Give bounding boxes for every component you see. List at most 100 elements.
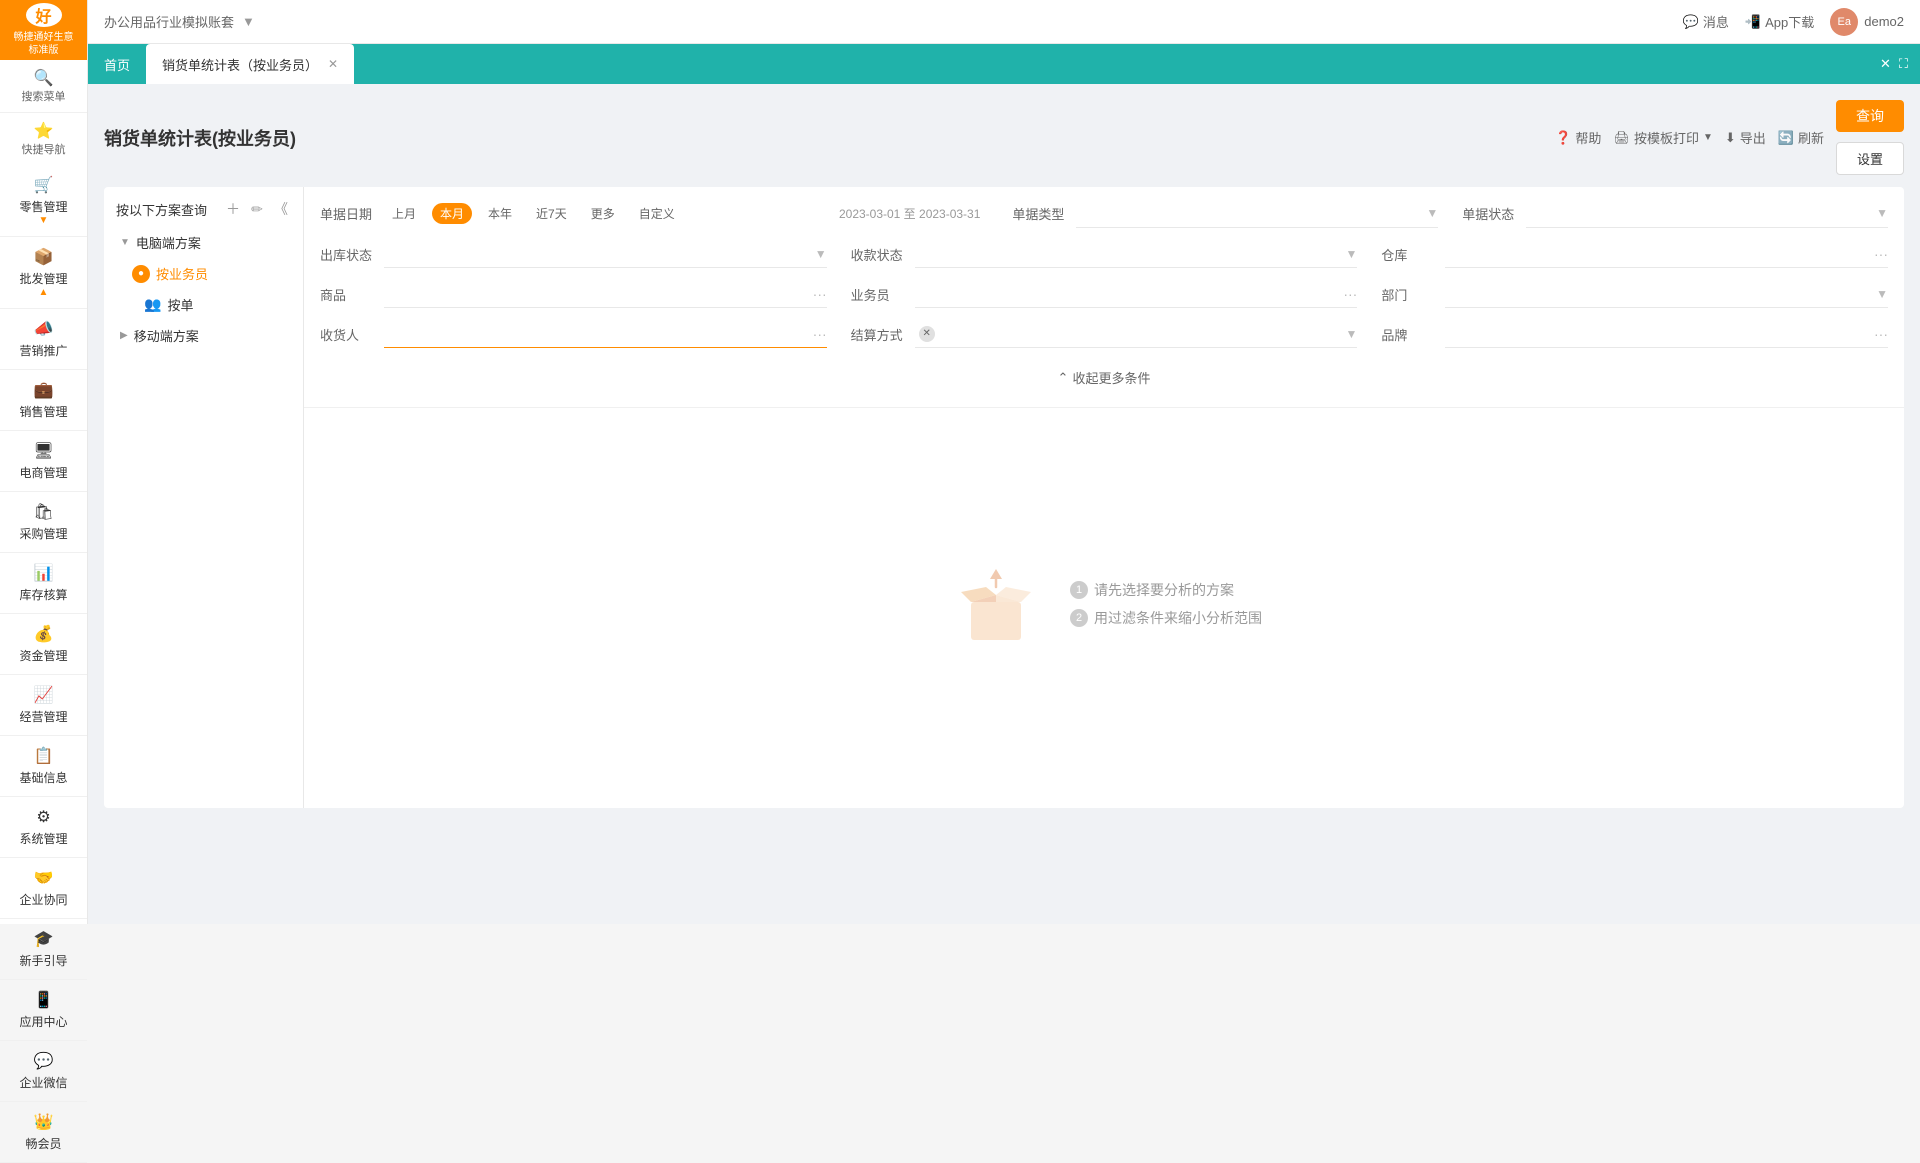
top-app-name: 办公用品行业模拟账套 xyxy=(104,12,234,31)
payment-arrow: ▼ xyxy=(1345,327,1357,341)
wholesale-icon: 📦 xyxy=(34,247,54,267)
message-btn[interactable]: 💬 消息 xyxy=(1683,12,1729,31)
brand-control[interactable]: ··· xyxy=(1445,320,1888,348)
shortcut-icon: ⭐ xyxy=(34,121,54,141)
help-icon: ❓ xyxy=(1555,130,1571,146)
date-tab-more[interactable]: 更多 xyxy=(583,203,623,224)
salesman-label: 业务员 xyxy=(851,285,907,304)
date-tab-last-month[interactable]: 上月 xyxy=(384,203,424,224)
tree-item-by-salesman[interactable]: ● 按业务员 xyxy=(104,258,303,289)
dept-control[interactable]: ▼ xyxy=(1445,280,1888,308)
filter-item-consignee: 收货人 ··· xyxy=(320,320,827,348)
sidebar-search[interactable]: 🔍 搜索菜单 xyxy=(0,60,87,113)
refresh-btn[interactable]: 🔄 刷新 xyxy=(1778,128,1824,147)
salesman-control[interactable]: ··· xyxy=(915,280,1358,308)
sidebar-shortcut[interactable]: ⭐ 快捷导航 xyxy=(0,113,87,165)
sidebar-item-base[interactable]: 📋 基础信息 xyxy=(0,736,87,797)
top-bar-left: 办公用品行业模拟账套 ▼ xyxy=(104,12,255,31)
sidebar-item-retail[interactable]: 🛒 零售管理 ▼ xyxy=(0,165,87,237)
vip-icon: 👑 xyxy=(34,1112,54,1132)
receipt-status-label: 收款状态 xyxy=(851,245,907,264)
payment-tag-close[interactable]: ✕ xyxy=(919,326,935,342)
warehouse-control[interactable]: ··· xyxy=(1445,240,1888,268)
settings-button[interactable]: 设置 xyxy=(1836,142,1904,175)
filter-row-4: 收货人 ··· 结算方式 xyxy=(320,320,1888,348)
date-tab-this-year[interactable]: 本年 xyxy=(480,203,520,224)
user-menu[interactable]: Ea demo2 xyxy=(1830,8,1904,36)
add-scheme-btn[interactable]: ＋ xyxy=(223,199,243,219)
collapse-row: ⌃ 收起更多条件 xyxy=(320,360,1888,395)
empty-hint-1: 1 请先选择要分析的方案 xyxy=(1070,580,1262,600)
filter-item-salesman: 业务员 ··· xyxy=(851,280,1358,308)
tab-close-icon[interactable]: ✕ xyxy=(328,57,338,71)
brand-dots: ··· xyxy=(1874,326,1888,342)
sidebar-item-wechat[interactable]: 💬 企业微信 xyxy=(0,1041,87,1102)
sidebar-item-marketing[interactable]: 📣 营销推广 xyxy=(0,309,87,370)
sidebar-item-ecommerce[interactable]: 🖥 电商管理 xyxy=(0,431,87,492)
page-title: 销货单统计表(按业务员) xyxy=(104,125,296,151)
tree-item-by-order[interactable]: 👥 按单 xyxy=(104,289,303,320)
receipt-status-control[interactable]: ▼ xyxy=(915,240,1358,268)
newbie-icon: 🎓 xyxy=(34,929,54,949)
sidebar-item-appcenter[interactable]: 📱 应用中心 xyxy=(0,980,87,1041)
sidebar-item-vip[interactable]: 👑 畅会员 xyxy=(0,1102,87,1163)
query-button[interactable]: 查询 xyxy=(1836,100,1904,132)
filter-row-1: 单据日期 上月 本月 本年 近7天 更多 自定义 xyxy=(320,199,1888,228)
tab-sales-stat[interactable]: 销货单统计表（按业务员） ✕ xyxy=(146,44,354,84)
date-control: 上月 本月 本年 近7天 更多 自定义 xyxy=(384,199,831,228)
collapse-panel-btn[interactable]: 《 xyxy=(271,199,291,219)
wholesale-expand-icon: ▲ xyxy=(39,287,49,298)
page-actions: ❓ 帮助 🖨 按模板打印 ▼ ⬇ 导出 🔄 刷新 xyxy=(1555,100,1904,175)
sidebar-item-wholesale[interactable]: 📦 批发管理 ▲ xyxy=(0,237,87,309)
sidebar-item-finance[interactable]: 💰 资金管理 xyxy=(0,614,87,675)
sidebar-item-inventory[interactable]: 📊 库存核算 xyxy=(0,553,87,614)
top-dropdown-icon[interactable]: ▼ xyxy=(242,14,255,29)
date-tab-7days[interactable]: 近7天 xyxy=(528,203,575,224)
left-panel-header: 按以下方案查询 ＋ ✏ 《 xyxy=(104,199,303,227)
filter-item-doc-status: 单据状态 ▼ xyxy=(1462,200,1888,228)
brand-label: 品牌 xyxy=(1381,325,1437,344)
left-panel-actions: ＋ ✏ 《 xyxy=(223,199,291,219)
page: 销货单统计表(按业务员) ❓ 帮助 🖨 按模板打印 ▼ ⬇ 导出 xyxy=(88,84,1920,824)
template-print-btn[interactable]: 🖨 按模板打印 ▼ xyxy=(1613,128,1712,147)
sidebar-item-enterprise[interactable]: 🤝 企业协同 xyxy=(0,858,87,919)
sidebar-item-operations[interactable]: 📈 经营管理 xyxy=(0,675,87,736)
empty-text: 1 请先选择要分析的方案 2 用过滤条件来缩小分析范围 xyxy=(1070,580,1262,636)
sidebar-item-purchase[interactable]: 🛍 采购管理 xyxy=(0,492,87,553)
receipt-status-arrow: ▼ xyxy=(1345,247,1357,261)
sidebar-item-sales[interactable]: 💼 销售管理 xyxy=(0,370,87,431)
doc-type-control[interactable]: ▼ xyxy=(1076,200,1438,228)
ecommerce-icon: 🖥 xyxy=(33,441,53,461)
sidebar-item-newbie[interactable]: 🎓 新手引导 xyxy=(0,919,87,980)
payment-control[interactable]: ✕ ▼ xyxy=(915,320,1358,348)
filter-item-goods: 商品 ··· xyxy=(320,280,827,308)
edit-scheme-btn[interactable]: ✏ xyxy=(247,199,267,219)
sales-icon: 💼 xyxy=(34,380,54,400)
maximize-icon[interactable]: ⛶ xyxy=(1899,56,1908,72)
main-area: 办公用品行业模拟账套 ▼ 💬 消息 📲 App下载 Ea demo2 首页 销货… xyxy=(88,0,1920,924)
empty-hint-2: 2 用过滤条件来缩小分析范围 xyxy=(1070,608,1262,628)
date-tab-custom[interactable]: 自定义 xyxy=(631,203,683,224)
doc-status-control[interactable]: ▼ xyxy=(1526,200,1888,228)
close-window-icon[interactable]: ✕ xyxy=(1880,56,1891,72)
tree-item-mobile[interactable]: ▶ 移动端方案 xyxy=(104,320,303,351)
export-btn[interactable]: ⬇ 导出 xyxy=(1725,128,1766,147)
sidebar-logo: 好 畅捷通好生意 标准版 xyxy=(0,0,87,60)
tab-home[interactable]: 首页 xyxy=(88,44,146,84)
collapse-btn[interactable]: ⌃ 收起更多条件 xyxy=(1058,368,1151,387)
date-tab-this-month[interactable]: 本月 xyxy=(432,203,472,224)
sidebar-item-system[interactable]: ⚙ 系统管理 xyxy=(0,797,87,858)
consignee-control[interactable]: ··· xyxy=(384,320,827,348)
query-settings-group: 查询 设置 xyxy=(1836,100,1904,175)
tree-arrow-mobile: ▶ xyxy=(120,330,128,341)
app-download-btn[interactable]: 📲 App下载 xyxy=(1745,12,1814,31)
tree-item-pc[interactable]: ▼ 电脑端方案 xyxy=(104,227,303,258)
out-status-control[interactable]: ▼ xyxy=(384,240,827,268)
wechat-icon: 💬 xyxy=(34,1051,54,1071)
warehouse-dots: ··· xyxy=(1874,246,1888,262)
user-avatar: Ea xyxy=(1830,8,1858,36)
filter-item-brand: 品牌 ··· xyxy=(1381,320,1888,348)
download-icon: 📲 xyxy=(1745,14,1761,30)
help-btn[interactable]: ❓ 帮助 xyxy=(1555,128,1601,147)
goods-control[interactable]: ··· xyxy=(384,280,827,308)
